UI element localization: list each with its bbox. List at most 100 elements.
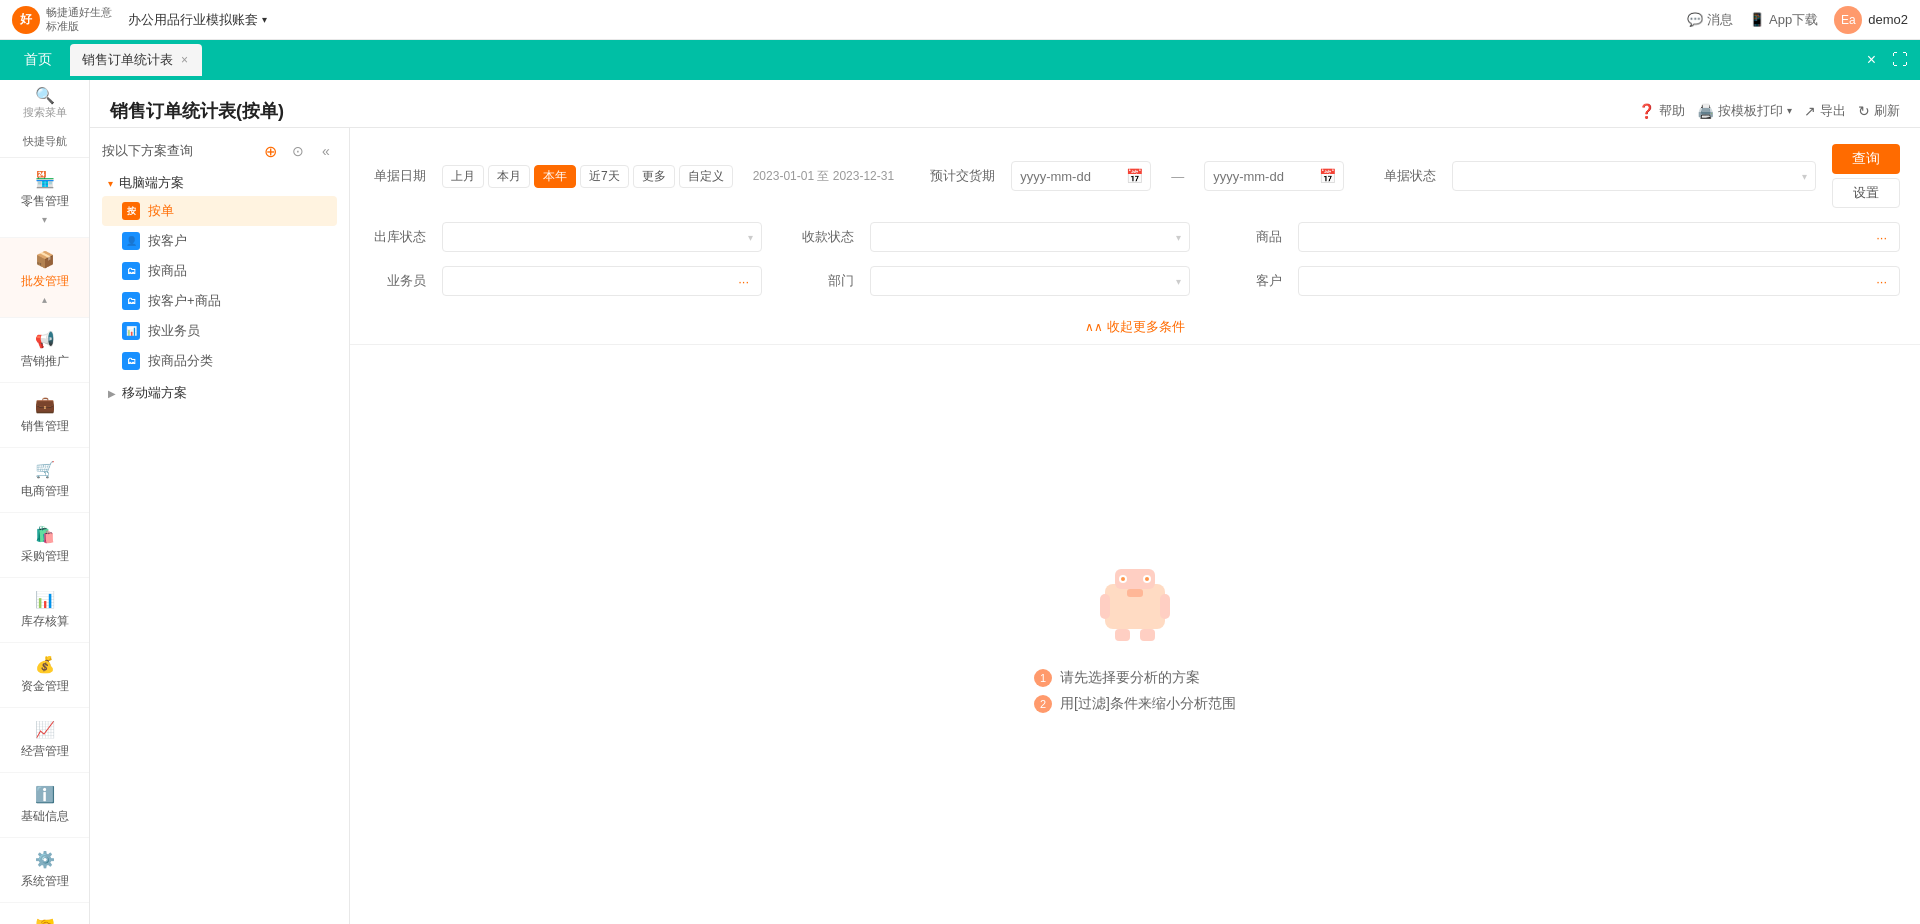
salesperson-more-button[interactable]: ···: [734, 274, 753, 289]
sidebar-item-enterprise[interactable]: 🤝 企业协同: [0, 903, 89, 924]
svg-point-5: [1145, 577, 1149, 581]
date-separator: —: [1167, 169, 1188, 184]
product-more-button[interactable]: ···: [1872, 230, 1891, 245]
product-input-wrap[interactable]: ···: [1298, 222, 1900, 252]
app-download-button[interactable]: 📱 App下载: [1749, 11, 1818, 29]
user-profile[interactable]: Ea demo2: [1834, 6, 1908, 34]
tab-sales-order-stats[interactable]: 销售订单统计表 ×: [70, 44, 202, 76]
tab-bar: 首页 销售订单统计表 × × ⛶: [0, 40, 1920, 80]
expected-date-start-input[interactable]: [1011, 161, 1151, 191]
sidebar-item-finance[interactable]: 💰 资金管理: [0, 643, 89, 708]
edit-icon: ⊙: [292, 143, 304, 159]
scheme-edit-button[interactable]: ⊙: [287, 140, 309, 162]
help-button[interactable]: ❓ 帮助: [1638, 102, 1685, 120]
template-print-button[interactable]: 🖨️ 按模板打印 ▾: [1697, 102, 1792, 120]
order-status-label: 单据状态: [1380, 167, 1436, 185]
scheme-item-icon-by-category: 🗂: [122, 352, 140, 370]
filter-section: 单据日期 上月 本月 本年 近7天 更多 自定义 2023-01-01 至 20…: [350, 128, 1920, 345]
expected-date-end-input[interactable]: [1204, 161, 1344, 191]
scheme-group-mobile-title[interactable]: ▶ 移动端方案: [102, 380, 337, 406]
sidebar-item-system[interactable]: ⚙️ 系统管理: [0, 838, 89, 903]
scheme-item-by-salesperson[interactable]: 📊 按业务员: [102, 316, 337, 346]
sidebar-quicknav-button[interactable]: 快捷导航: [0, 126, 89, 158]
date-last7-button[interactable]: 近7天: [580, 165, 629, 188]
top-header: 好 畅捷通好生意 标准版 办公用品行业模拟账套 ▾ 💬 消息 📱 App下载 E…: [0, 0, 1920, 40]
scheme-group-pc-title[interactable]: ▾ 电脑端方案: [102, 170, 337, 196]
workspace-selector[interactable]: 办公用品行业模拟账套 ▾: [120, 7, 275, 33]
scheme-item-by-customer-product[interactable]: 🗂 按客户+商品: [102, 286, 337, 316]
date-prev-month-button[interactable]: 上月: [442, 165, 484, 188]
sidebar-item-inventory[interactable]: 📊 库存核算: [0, 578, 89, 643]
sidebar-item-marketing[interactable]: 📢 营销推广: [0, 318, 89, 383]
scheme-collapse-button[interactable]: «: [315, 140, 337, 162]
logo-area: 好 畅捷通好生意 标准版: [12, 6, 112, 34]
customer-input-wrap[interactable]: ···: [1298, 266, 1900, 296]
scheme-item-by-product[interactable]: 🗂 按商品: [102, 256, 337, 286]
sidebar-item-retail[interactable]: 🏪 零售管理 ▾: [0, 158, 89, 238]
tab-maximize-button[interactable]: ⛶: [1888, 47, 1912, 73]
scheme-add-button[interactable]: ⊕: [259, 140, 281, 162]
export-button[interactable]: ↗ 导出: [1804, 102, 1846, 120]
date-quick-btns: 上月 本月 本年 近7天 更多 自定义: [442, 165, 733, 188]
marketing-icon: 📢: [35, 330, 55, 349]
salesperson-input-wrap[interactable]: ···: [442, 266, 762, 296]
main-layout: 🔍 搜索菜单 快捷导航 🏪 零售管理 ▾ 📦 批发管理 ▴ 📢 营销推广 💼 销…: [0, 80, 1920, 924]
scheme-item-icon-by-customer: 👤: [122, 232, 140, 250]
sidebar-item-basic[interactable]: ℹ️ 基础信息: [0, 773, 89, 838]
product-label: 商品: [1226, 228, 1282, 246]
customer-input[interactable]: [1307, 274, 1872, 289]
date-this-month-button[interactable]: 本月: [488, 165, 530, 188]
finance-icon: 💰: [35, 655, 55, 674]
scheme-item-icon-by-salesperson: 📊: [122, 322, 140, 340]
date-this-year-button[interactable]: 本年: [534, 165, 576, 188]
page-actions: ❓ 帮助 🖨️ 按模板打印 ▾ ↗ 导出 ↻ 刷新: [1638, 102, 1900, 120]
empty-tip-1: 1 请先选择要分析的方案: [1034, 669, 1236, 687]
sidebar-search-button[interactable]: 🔍 搜索菜单: [0, 80, 89, 126]
scheme-item-by-customer[interactable]: 👤 按客户: [102, 226, 337, 256]
refresh-button[interactable]: ↻ 刷新: [1858, 102, 1900, 120]
product-input[interactable]: [1307, 230, 1872, 245]
sidebar-item-sales[interactable]: 💼 销售管理: [0, 383, 89, 448]
customer-more-button[interactable]: ···: [1872, 274, 1891, 289]
svg-rect-7: [1100, 594, 1110, 619]
scheme-item-by-order[interactable]: 按 按单: [102, 196, 337, 226]
empty-state: 1 请先选择要分析的方案 2 用[过滤]条件来缩小分析范围: [350, 345, 1920, 924]
sidebar-item-purchase[interactable]: 🛍️ 采购管理: [0, 513, 89, 578]
ship-status-label: 出库状态: [370, 228, 426, 246]
chevron-down-icon: ▾: [108, 178, 113, 189]
expected-date-label: 预计交货期: [930, 167, 995, 185]
scheme-item-icon-by-order: 按: [122, 202, 140, 220]
tab-close-button[interactable]: ×: [179, 51, 190, 69]
tip-num-2: 2: [1034, 695, 1052, 713]
ship-status-select[interactable]: ▾: [442, 222, 762, 252]
scheme-panel: 按以下方案查询 ⊕ ⊙ « ▾: [90, 128, 350, 924]
department-select[interactable]: ▾: [870, 266, 1190, 296]
retail-icon: 🏪: [35, 170, 55, 189]
sidebar-item-operations[interactable]: 📈 经营管理: [0, 708, 89, 773]
tip-num-1: 1: [1034, 669, 1052, 687]
page-title-bar: 销售订单统计表(按单) ❓ 帮助 🖨️ 按模板打印 ▾ ↗ 导出 ↻ 刷新: [90, 80, 1920, 128]
date-more-button[interactable]: 更多: [633, 165, 675, 188]
salesperson-label: 业务员: [370, 272, 426, 290]
messages-button[interactable]: 💬 消息: [1687, 11, 1733, 29]
scheme-item-icon-by-product: 🗂: [122, 262, 140, 280]
user-name[interactable]: demo2: [1868, 12, 1908, 27]
order-status-select[interactable]: ▾: [1452, 161, 1816, 191]
scheme-item-by-category[interactable]: 🗂 按商品分类: [102, 346, 337, 376]
sales-icon: 💼: [35, 395, 55, 414]
svg-point-4: [1121, 577, 1125, 581]
collapse-icon: ∧∧: [1085, 320, 1103, 334]
query-button[interactable]: 查询: [1832, 144, 1900, 174]
setting-button[interactable]: 设置: [1832, 178, 1900, 208]
tab-minimize-button[interactable]: ×: [1863, 47, 1880, 73]
customer-label: 客户: [1226, 272, 1282, 290]
print-icon: 🖨️: [1697, 103, 1714, 119]
operations-icon: 📈: [35, 720, 55, 739]
tab-home[interactable]: 首页: [8, 44, 68, 76]
sidebar-item-ecommerce[interactable]: 🛒 电商管理: [0, 448, 89, 513]
collapse-button[interactable]: ∧∧ 收起更多条件: [370, 310, 1900, 344]
payment-status-select[interactable]: ▾: [870, 222, 1190, 252]
sidebar-item-wholesale[interactable]: 📦 批发管理 ▴: [0, 238, 89, 318]
date-custom-button[interactable]: 自定义: [679, 165, 733, 188]
salesperson-input[interactable]: [451, 274, 734, 289]
